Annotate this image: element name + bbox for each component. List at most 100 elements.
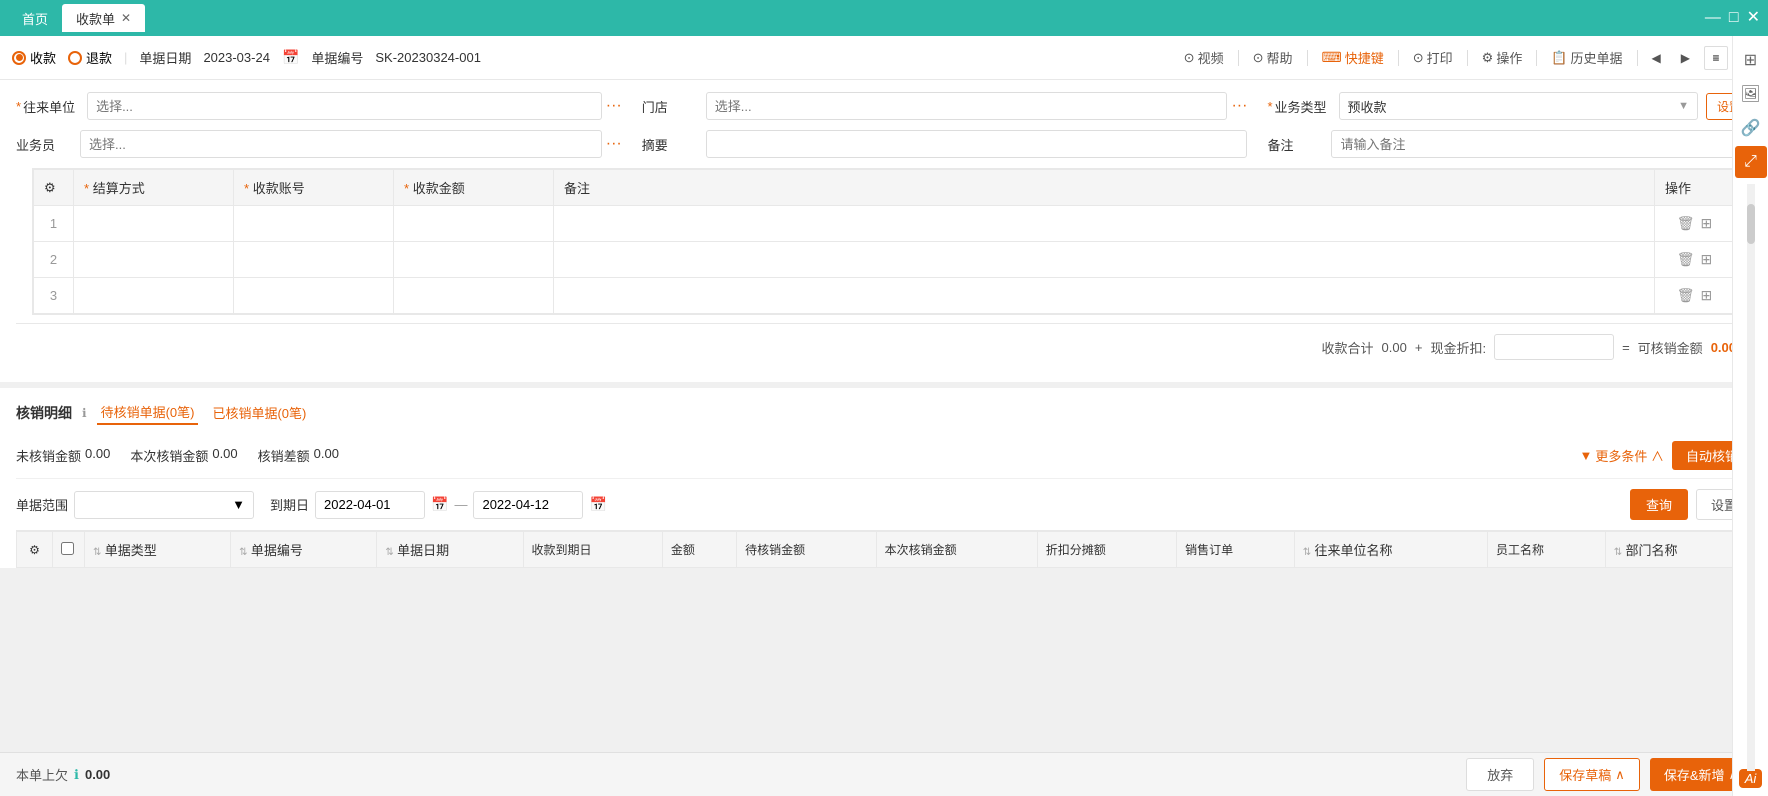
row-3-amount[interactable]	[394, 278, 554, 314]
business-type-arrow: ▼	[1678, 100, 1689, 112]
row-2-account[interactable]	[234, 242, 394, 278]
verify-section: 核销明细 ℹ 待核销单据(0笔) 已核销单据(0笔) 未核销金额 0.00 本次…	[0, 388, 1768, 568]
row-3-copy-icon[interactable]: ⊞	[1701, 287, 1713, 304]
sidebar-link-icon[interactable]: 🔗	[1735, 112, 1767, 144]
current-verify-stat: 本次核销金额 0.00	[130, 446, 237, 465]
history-btn[interactable]: 📋 历史单据	[1545, 46, 1628, 69]
operations-btn[interactable]: ⚙ 操作	[1476, 46, 1529, 69]
tab-home[interactable]: 首页	[8, 4, 62, 32]
footer-info-icon[interactable]: ℹ	[74, 767, 79, 783]
help-btn[interactable]: ⊙ 帮助	[1247, 46, 1299, 69]
row-2-remark[interactable]	[554, 242, 1655, 278]
summary-input[interactable]	[706, 130, 1248, 158]
refund-radio[interactable]: 退款	[68, 48, 112, 67]
col-settlement-label: 结算方式	[93, 181, 145, 196]
history-label: 历史单据	[1571, 48, 1623, 67]
date-calendar-icon[interactable]: 📅	[282, 49, 299, 66]
row-2-settlement[interactable]	[74, 242, 234, 278]
shortcut-btn[interactable]: ⌨ 快捷键	[1316, 46, 1390, 69]
row-3-delete-icon[interactable]: 🗑	[1677, 287, 1695, 304]
row-3-settlement[interactable]	[74, 278, 234, 314]
verify-info-icon[interactable]: ℹ	[82, 406, 87, 420]
dept-sort[interactable]: ⇅	[1614, 547, 1622, 558]
date-to-calendar-icon[interactable]: 📅	[589, 496, 606, 513]
row-2-copy-icon[interactable]: ⊞	[1701, 251, 1713, 268]
btcol-amount: 金额	[662, 532, 736, 568]
print-label: 打印	[1427, 48, 1453, 67]
refund-radio-circle	[68, 51, 82, 65]
sidebar-table-icon[interactable]: ⊞	[1735, 44, 1767, 76]
date-separator: —	[454, 497, 467, 512]
unverified-value: 0.00	[85, 446, 110, 465]
date-to-input[interactable]	[473, 491, 583, 519]
sidebar-expand-icon[interactable]: ⤢	[1735, 146, 1767, 178]
number-sort[interactable]: ⇅	[239, 547, 247, 558]
row-1-account[interactable]	[234, 206, 394, 242]
btcol-checkbox[interactable]	[53, 532, 85, 568]
equals-sign: =	[1622, 340, 1630, 355]
history-icon: 📋	[1551, 50, 1567, 66]
remark-input[interactable]	[1331, 130, 1752, 158]
tab-receipt-close[interactable]: ✕	[121, 11, 131, 25]
minimize-button[interactable]: —	[1705, 10, 1721, 26]
unverified-label: 未核销金额	[16, 446, 81, 465]
verify-stats: 未核销金额 0.00 本次核销金额 0.00 核销差额 0.00 ▼ 更多条件 …	[16, 433, 1752, 478]
business-type-required: *	[1267, 99, 1272, 114]
date-from-input[interactable]	[315, 491, 425, 519]
more-conditions-btn[interactable]: ▼ 更多条件 ∧	[1579, 446, 1664, 465]
row-3-account[interactable]	[234, 278, 394, 314]
verify-tab-pending[interactable]: 待核销单据(0笔)	[97, 400, 199, 425]
row-1-settlement[interactable]	[74, 206, 234, 242]
query-button[interactable]: 查询	[1630, 489, 1688, 520]
row-3-remark[interactable]	[554, 278, 1655, 314]
partner-input[interactable]	[87, 92, 602, 120]
date-sort[interactable]: ⇅	[385, 547, 393, 558]
partner-sort[interactable]: ⇅	[1303, 547, 1311, 558]
toolbar-actions: ⊙ 视频 ⊙ 帮助 ⌨ 快捷键 ⊙ 打印	[1178, 46, 1756, 70]
list-view-btn[interactable]: ≡	[1704, 46, 1728, 70]
date-from-calendar-icon[interactable]: 📅	[431, 496, 448, 513]
col-settings[interactable]: ⚙	[34, 170, 74, 206]
row-1-remark[interactable]	[554, 206, 1655, 242]
col-remark: 备注	[554, 170, 1655, 206]
row-1-amount[interactable]	[394, 206, 554, 242]
form-row-2: 业务员 ··· 摘要 备注	[16, 130, 1752, 158]
btcol-number-label: 单据编号	[251, 543, 303, 558]
row-2-amount[interactable]	[394, 242, 554, 278]
staff-more-icon[interactable]: ···	[606, 135, 622, 153]
tab-receipt[interactable]: 收款单 ✕	[62, 4, 145, 32]
row-1-copy-icon[interactable]: ⊞	[1701, 215, 1713, 232]
print-btn[interactable]: ⊙ 打印	[1407, 46, 1459, 69]
entry-table-container: ⚙ * 结算方式 * 收款账号 * 收款金额	[32, 168, 1736, 315]
footer-current-value: 0.00	[85, 767, 110, 782]
store-input[interactable]	[706, 92, 1228, 120]
number-label: 单据编号	[311, 48, 363, 67]
partner-more-icon[interactable]: ···	[606, 97, 622, 115]
close-button[interactable]: ✕	[1747, 10, 1760, 26]
btcol-discount: 折扣分摊额	[1037, 532, 1176, 568]
next-btn[interactable]: ▶	[1675, 49, 1696, 67]
btcol-dept: ⇅ 部门名称	[1605, 532, 1751, 568]
discard-button[interactable]: 放弃	[1466, 758, 1534, 791]
staff-input[interactable]	[80, 130, 602, 158]
verify-tab-done[interactable]: 已核销单据(0笔)	[208, 401, 310, 424]
video-btn[interactable]: ⊙ 视频	[1178, 46, 1230, 69]
discount-input[interactable]	[1494, 334, 1614, 360]
row-2-delete-icon[interactable]: 🗑	[1677, 251, 1695, 268]
summary-row: 收款合计 0.00 + 现金折扣: = 可核销金额 0.00	[16, 323, 1752, 370]
ai-badge[interactable]: Ai	[1739, 769, 1763, 788]
business-type-select[interactable]: 预收款 ▼	[1339, 92, 1699, 120]
prev-btn[interactable]: ◀	[1646, 49, 1667, 67]
sidebar-image-icon[interactable]: 🖼	[1735, 78, 1767, 110]
row-1-delete-icon[interactable]: 🗑	[1677, 215, 1695, 232]
btcol-settings[interactable]: ⚙	[17, 532, 53, 568]
range-select[interactable]: ▼	[74, 491, 254, 519]
select-all-checkbox[interactable]	[61, 542, 74, 555]
type-sort[interactable]: ⇅	[93, 547, 101, 558]
scroll-bar[interactable]	[1747, 184, 1755, 771]
save-draft-button[interactable]: 保存草稿 ∧	[1544, 758, 1640, 791]
maximize-button[interactable]: □	[1729, 10, 1739, 26]
receipt-radio[interactable]: 收款	[12, 48, 56, 67]
store-more-icon[interactable]: ···	[1231, 97, 1247, 115]
scroll-thumb[interactable]	[1747, 204, 1755, 244]
